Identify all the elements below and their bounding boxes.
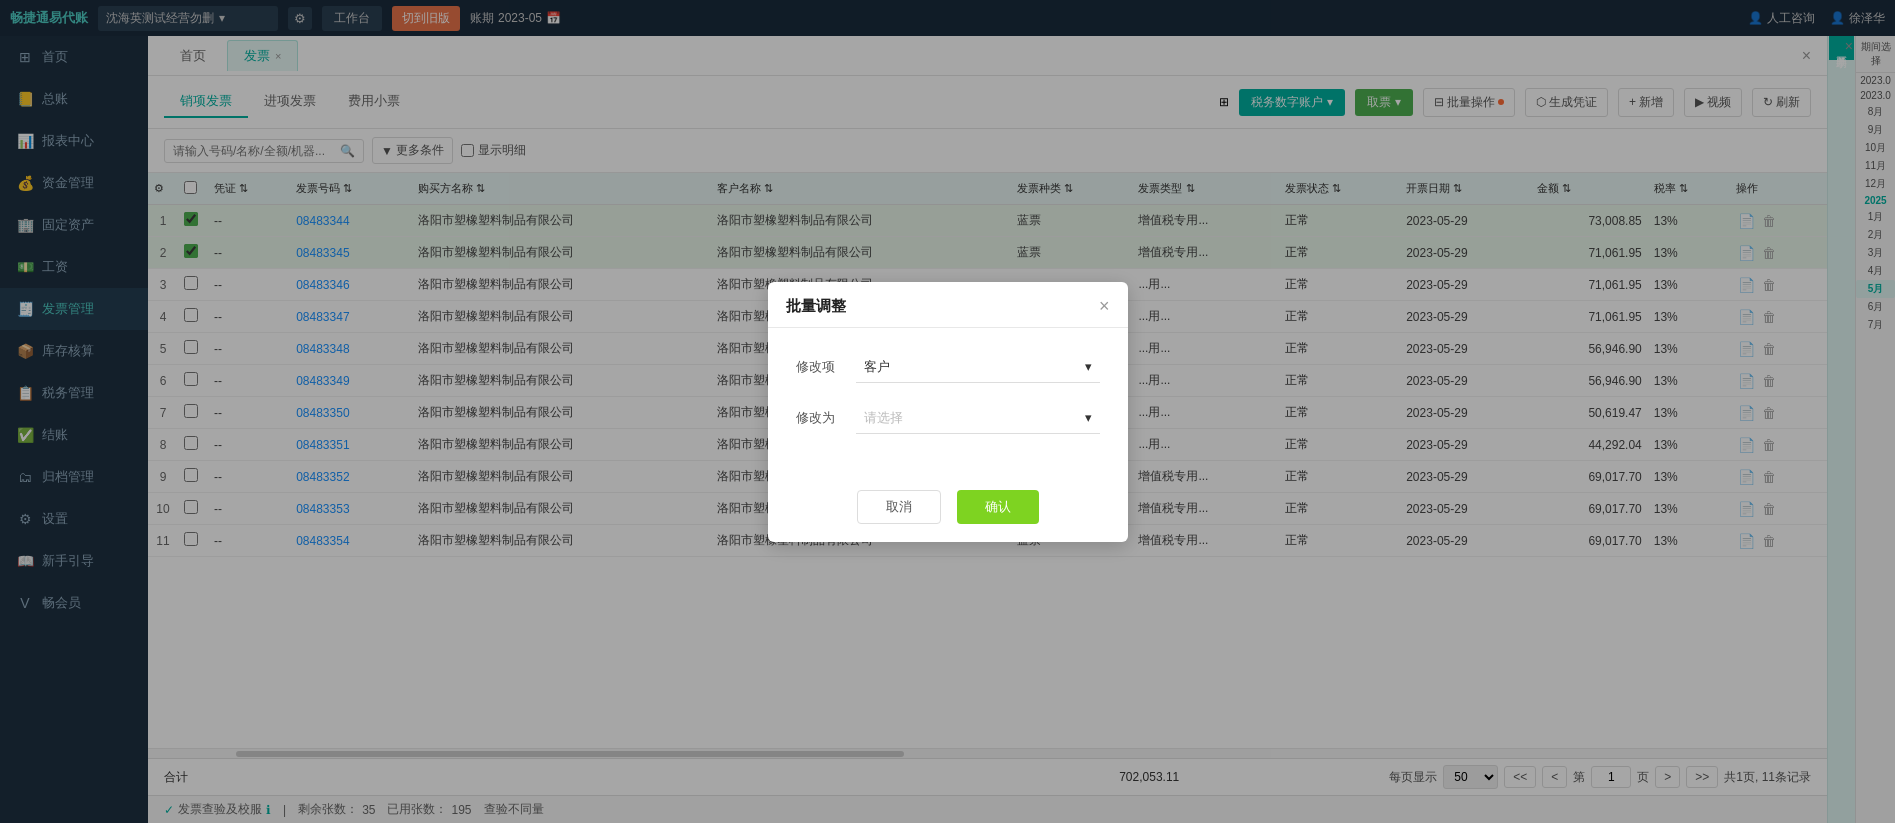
batch-adjust-modal: 批量调整 × 修改项 客户 ▾ 修改为 请选择 ▾ 取消 确认 bbox=[768, 282, 1128, 542]
modify-field-value: 客户 bbox=[864, 358, 890, 376]
modify-value-select[interactable]: 请选择 ▾ bbox=[856, 403, 1100, 434]
modal-overlay[interactable]: 批量调整 × 修改项 客户 ▾ 修改为 请选择 ▾ 取消 确认 bbox=[0, 0, 1895, 823]
modal-title: 批量调整 bbox=[786, 297, 846, 316]
cancel-btn[interactable]: 取消 bbox=[857, 490, 941, 524]
dropdown-arrow-icon: ▾ bbox=[1085, 359, 1092, 374]
modify-value-row: 修改为 请选择 ▾ bbox=[796, 403, 1100, 434]
modify-value-placeholder: 请选择 bbox=[864, 409, 903, 427]
modal-footer: 取消 确认 bbox=[768, 478, 1128, 542]
modal-body: 修改项 客户 ▾ 修改为 请选择 ▾ bbox=[768, 328, 1128, 478]
modify-field-label: 修改项 bbox=[796, 358, 856, 376]
modify-field-row: 修改项 客户 ▾ bbox=[796, 352, 1100, 383]
dropdown-arrow-icon: ▾ bbox=[1085, 410, 1092, 425]
modify-field-select[interactable]: 客户 ▾ bbox=[856, 352, 1100, 383]
confirm-btn[interactable]: 确认 bbox=[957, 490, 1039, 524]
modal-close-btn[interactable]: × bbox=[1099, 296, 1110, 317]
modify-value-label: 修改为 bbox=[796, 409, 856, 427]
modal-header: 批量调整 × bbox=[768, 282, 1128, 328]
